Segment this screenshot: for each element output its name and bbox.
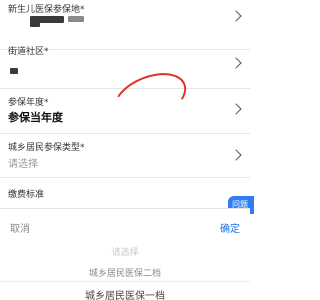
picker-option[interactable]: 城乡居民医保一档 <box>0 287 250 300</box>
row-payment-standard: 缴费标准 <box>0 178 250 208</box>
picker-option[interactable]: 城乡居民医保二档 <box>0 266 250 279</box>
field-label-community: 街道社区* <box>8 47 49 57</box>
field-label-payment: 缴费标准 <box>8 190 45 200</box>
row-resident-insurance-type[interactable]: 城乡居民参保类型* 请选择 <box>0 134 250 178</box>
chevron-right-icon <box>230 103 242 115</box>
chevron-right-icon <box>230 10 242 22</box>
confirm-button[interactable]: 确定 <box>220 220 240 235</box>
picker-sheet: 取消 确定 请选择 城乡居民医保二档 城乡居民医保一档 <box>0 208 250 300</box>
chevron-right-icon <box>230 149 242 161</box>
field-label-type: 城乡居民参保类型* <box>8 143 85 153</box>
redacted-value <box>10 68 18 74</box>
picker-wheel[interactable]: 请选择 城乡居民医保二档 城乡居民医保一档 <box>0 243 250 300</box>
row-street-community[interactable]: 街道社区* <box>0 38 250 89</box>
field-value-year: 参保当年度 <box>8 111 63 124</box>
field-label-location: 新生儿医保参保地* <box>8 5 85 15</box>
field-label-year: 参保年度* <box>8 98 49 108</box>
cancel-button[interactable]: 取消 <box>10 220 30 235</box>
redacted-value <box>30 22 40 27</box>
picker-toolbar: 取消 确定 <box>0 209 250 243</box>
picker-option[interactable]: 请选择 <box>0 245 250 258</box>
selection-line <box>0 281 250 282</box>
redacted-value <box>68 16 84 22</box>
chevron-right-icon <box>230 57 242 69</box>
field-placeholder-type: 请选择 <box>8 159 38 170</box>
